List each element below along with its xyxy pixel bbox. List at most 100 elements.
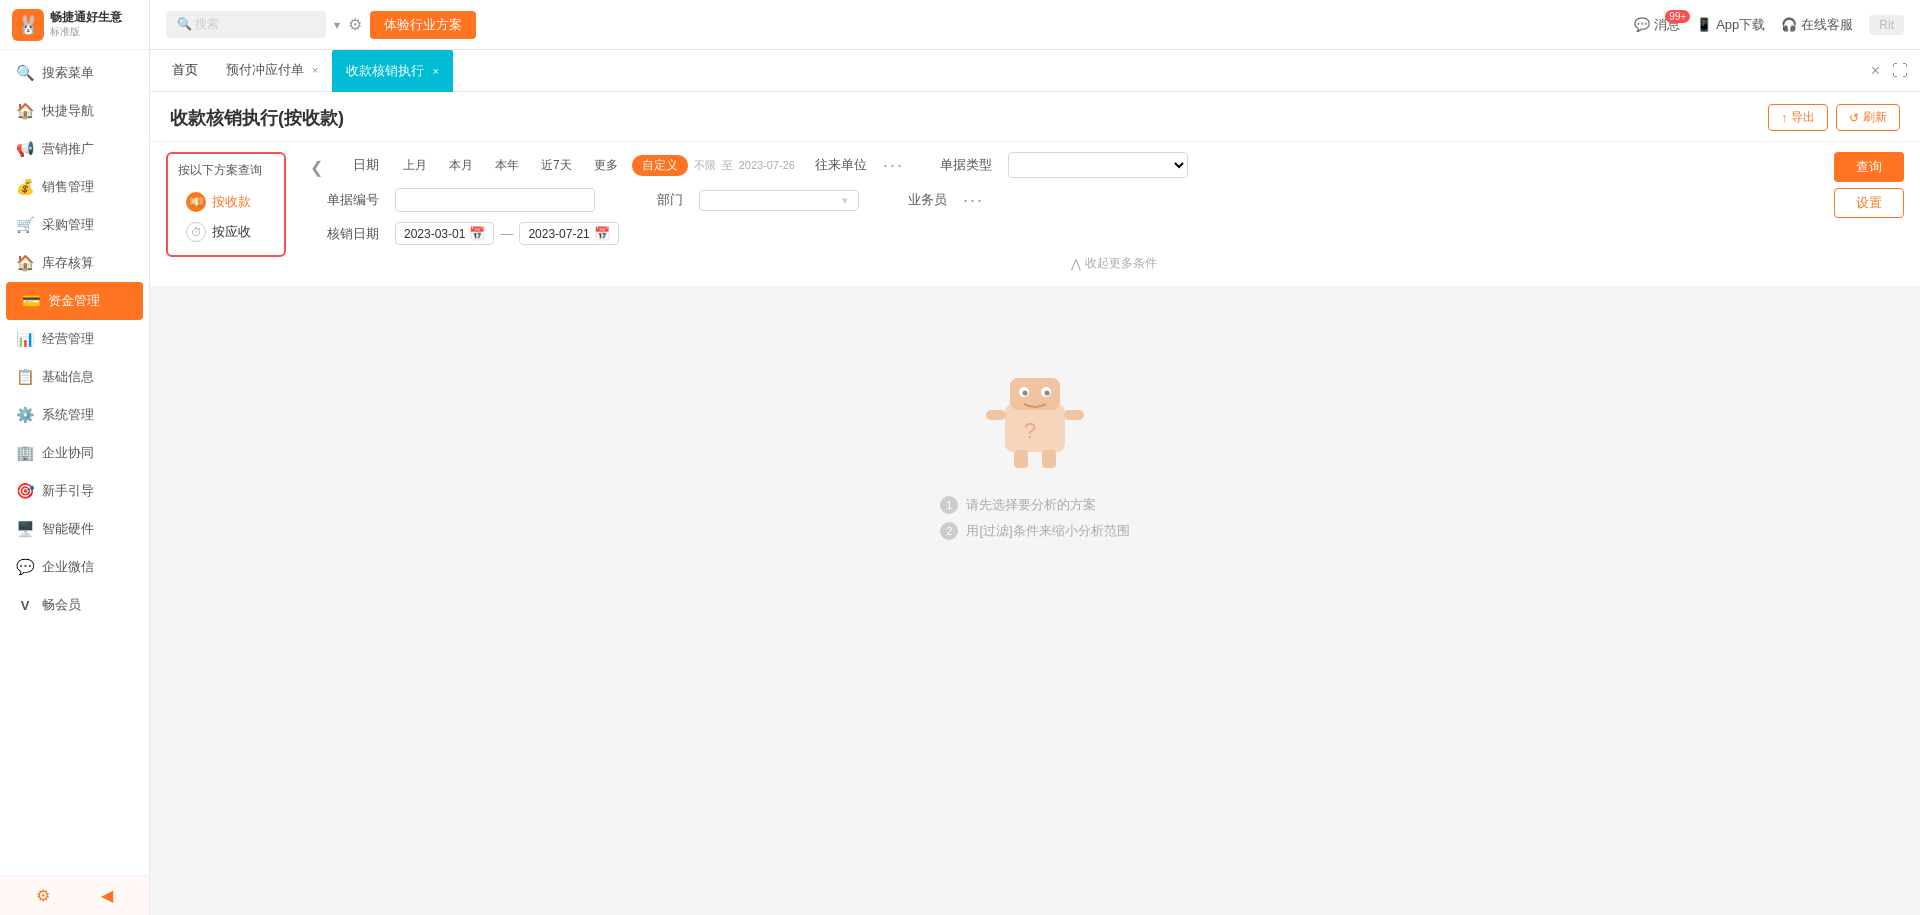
export-btn[interactable]: ↑ 导出 (1768, 104, 1828, 131)
date-btn-last-7days[interactable]: 近7天 (533, 155, 580, 176)
sidebar-item-label: 资金管理 (48, 292, 100, 310)
verify-date-label: 核销日期 (323, 225, 379, 243)
refresh-icon: ↺ (1849, 111, 1859, 125)
sidebar-item-system[interactable]: ⚙️ 系统管理 (0, 396, 149, 434)
sidebar-item-label: 营销推广 (42, 140, 94, 158)
tab-fullscreen-btn[interactable]: ⛶ (1888, 62, 1912, 80)
industry-btn[interactable]: 体验行业方案 (370, 11, 476, 39)
tab-home-label: 首页 (172, 61, 198, 79)
collapse-more-label: 收起更多条件 (1085, 255, 1157, 272)
dept-select[interactable]: ▾ (699, 190, 859, 211)
sidebar-item-quick-nav[interactable]: 🏠 快捷导航 (0, 92, 149, 130)
export-label: 导出 (1791, 109, 1815, 126)
svg-point-5 (1045, 391, 1050, 396)
sidebar-item-search-menu[interactable]: 🔍 搜索菜单 (0, 54, 149, 92)
cal-end-icon[interactable]: 📅 (594, 226, 610, 241)
topbar-user[interactable]: Rit (1869, 15, 1904, 35)
query-btns: 查询 设置 (1834, 152, 1904, 218)
settings-icon[interactable]: ⚙ (36, 886, 50, 905)
sales-icon: 💰 (16, 178, 34, 196)
tab-home[interactable]: 首页 (158, 50, 212, 92)
app-icon: 📱 (1696, 17, 1712, 32)
sidebar-item-basic-info[interactable]: 📋 基础信息 (0, 358, 149, 396)
bill-no-input[interactable] (395, 188, 595, 212)
main-wrap: 🔍 搜索 ▾ ⚙ 体验行业方案 💬 消息 99+ 📱 App下载 🎧 在线客服 … (150, 0, 1920, 915)
sidebar-item-sales[interactable]: 💰 销售管理 (0, 168, 149, 206)
sidebar-item-label: 企业协同 (42, 444, 94, 462)
tip-text-1: 请先选择要分析的方案 (966, 496, 1096, 514)
verify-date-start-wrap[interactable]: 2023-03-01 📅 (395, 222, 494, 245)
filter-row-date: 日期 上月 本月 本年 近7天 更多 自定义 不限 至 (323, 152, 1818, 178)
topbar-search-box: 🔍 搜索 (166, 11, 326, 38)
system-icon: ⚙️ (16, 406, 34, 424)
tab-close-all-btn[interactable]: × (1867, 62, 1884, 80)
empty-tip-1: 1 请先选择要分析的方案 (940, 496, 1129, 514)
enterprise-icon: 🏢 (16, 444, 34, 462)
sidebar-item-inventory[interactable]: 🏠 库存核算 (0, 244, 149, 282)
filter-option-by-receipt[interactable]: 💴 按收款 (178, 187, 274, 217)
date-btn-prev-month[interactable]: 上月 (395, 155, 435, 176)
tip-num-1: 1 (940, 496, 958, 514)
topbar-msg-btn[interactable]: 💬 消息 99+ (1634, 16, 1680, 34)
empty-robot-illustration: ? (980, 366, 1090, 476)
collapse-sidebar-icon[interactable]: ◀ (101, 886, 113, 905)
svg-rect-1 (1010, 378, 1060, 410)
svg-rect-9 (1064, 410, 1084, 420)
refresh-btn[interactable]: ↺ 刷新 (1836, 104, 1900, 131)
date-label: 日期 (323, 156, 379, 174)
date-btn-this-year[interactable]: 本年 (487, 155, 527, 176)
operation-icon: 📊 (16, 330, 34, 348)
tab-prepay-label: 预付冲应付单 (226, 61, 304, 79)
sidebar-logo: 🐰 畅捷通好生意 标准版 (0, 0, 149, 50)
verify-date-end-wrap[interactable]: 2023-07-21 📅 (519, 222, 618, 245)
sidebar-item-label: 新手引导 (42, 482, 94, 500)
sidebar-item-wechat[interactable]: 💬 企业微信 (0, 548, 149, 586)
collapse-more-btn[interactable]: ⋀ 收起更多条件 (1071, 255, 1157, 272)
sidebar-item-label: 销售管理 (42, 178, 94, 196)
topbar: 🔍 搜索 ▾ ⚙ 体验行业方案 💬 消息 99+ 📱 App下载 🎧 在线客服 … (150, 0, 1920, 50)
date-btn-this-month[interactable]: 本月 (441, 155, 481, 176)
sidebar-item-label: 基础信息 (42, 368, 94, 386)
sidebar-item-member[interactable]: V 畅会员 (0, 586, 149, 624)
topbar-service-btn[interactable]: 🎧 在线客服 (1781, 16, 1853, 34)
sidebar-item-marketing[interactable]: 📢 营销推广 (0, 130, 149, 168)
date-btn-more[interactable]: 更多 (586, 155, 626, 176)
cal-start-icon[interactable]: 📅 (469, 226, 485, 241)
setting-btn[interactable]: 设置 (1834, 188, 1904, 218)
topbar-dropdown-icon[interactable]: ▾ (334, 18, 340, 32)
sidebar-item-hardware[interactable]: 🖥️ 智能硬件 (0, 510, 149, 548)
sidebar-item-label: 畅会员 (42, 596, 81, 614)
sidebar-item-purchase[interactable]: 🛒 采购管理 (0, 206, 149, 244)
tab-receivable-close-icon[interactable]: × (432, 65, 438, 77)
topbar-right: 💬 消息 99+ 📱 App下载 🎧 在线客服 Rit (1634, 15, 1904, 35)
by-receivable-icon: ⏱ (186, 222, 206, 242)
tab-receivable[interactable]: 收款核销执行 × (332, 50, 452, 92)
sidebar-item-capital[interactable]: 💳 资金管理 (6, 282, 143, 320)
counterparty-dots-btn[interactable]: ··· (883, 155, 904, 176)
tab-prepay[interactable]: 预付冲应付单 × (212, 50, 332, 92)
query-btn[interactable]: 查询 (1834, 152, 1904, 182)
svg-point-4 (1023, 391, 1028, 396)
member-icon: V (16, 598, 34, 613)
filter-panel-title: 按以下方案查询 (178, 162, 274, 179)
sidebar-bottom: ⚙ ◀ (0, 875, 149, 915)
collapse-panel-btn[interactable]: ❮ (310, 158, 323, 177)
sidebar-item-guide[interactable]: 🎯 新手引导 (0, 472, 149, 510)
date-dash: — (500, 226, 513, 241)
filter-option-by-receivable[interactable]: ⏱ 按应收 (178, 217, 274, 247)
dept-chevron-icon: ▾ (842, 194, 848, 207)
tab-prepay-close-icon[interactable]: × (312, 64, 318, 76)
date-to-text: 至 (722, 158, 733, 173)
tabs-bar: 首页 预付冲应付单 × 收款核销执行 × × ⛶ (150, 50, 1920, 92)
sidebar-item-enterprise[interactable]: 🏢 企业协同 (0, 434, 149, 472)
export-icon: ↑ (1781, 111, 1787, 125)
staff-dots-btn[interactable]: ··· (963, 190, 984, 211)
topbar-app-btn[interactable]: 📱 App下载 (1696, 16, 1765, 34)
date-btn-custom[interactable]: 自定义 (632, 155, 688, 176)
date-quick-btns: 上月 本月 本年 近7天 更多 自定义 不限 至 2023-07-26 (395, 155, 795, 176)
staff-label: 业务员 (891, 191, 947, 209)
sidebar-item-operation[interactable]: 📊 经营管理 (0, 320, 149, 358)
by-receipt-icon: 💴 (186, 192, 206, 212)
topbar-gear-icon[interactable]: ⚙ (348, 15, 362, 34)
bill-type-select[interactable] (1008, 152, 1188, 178)
